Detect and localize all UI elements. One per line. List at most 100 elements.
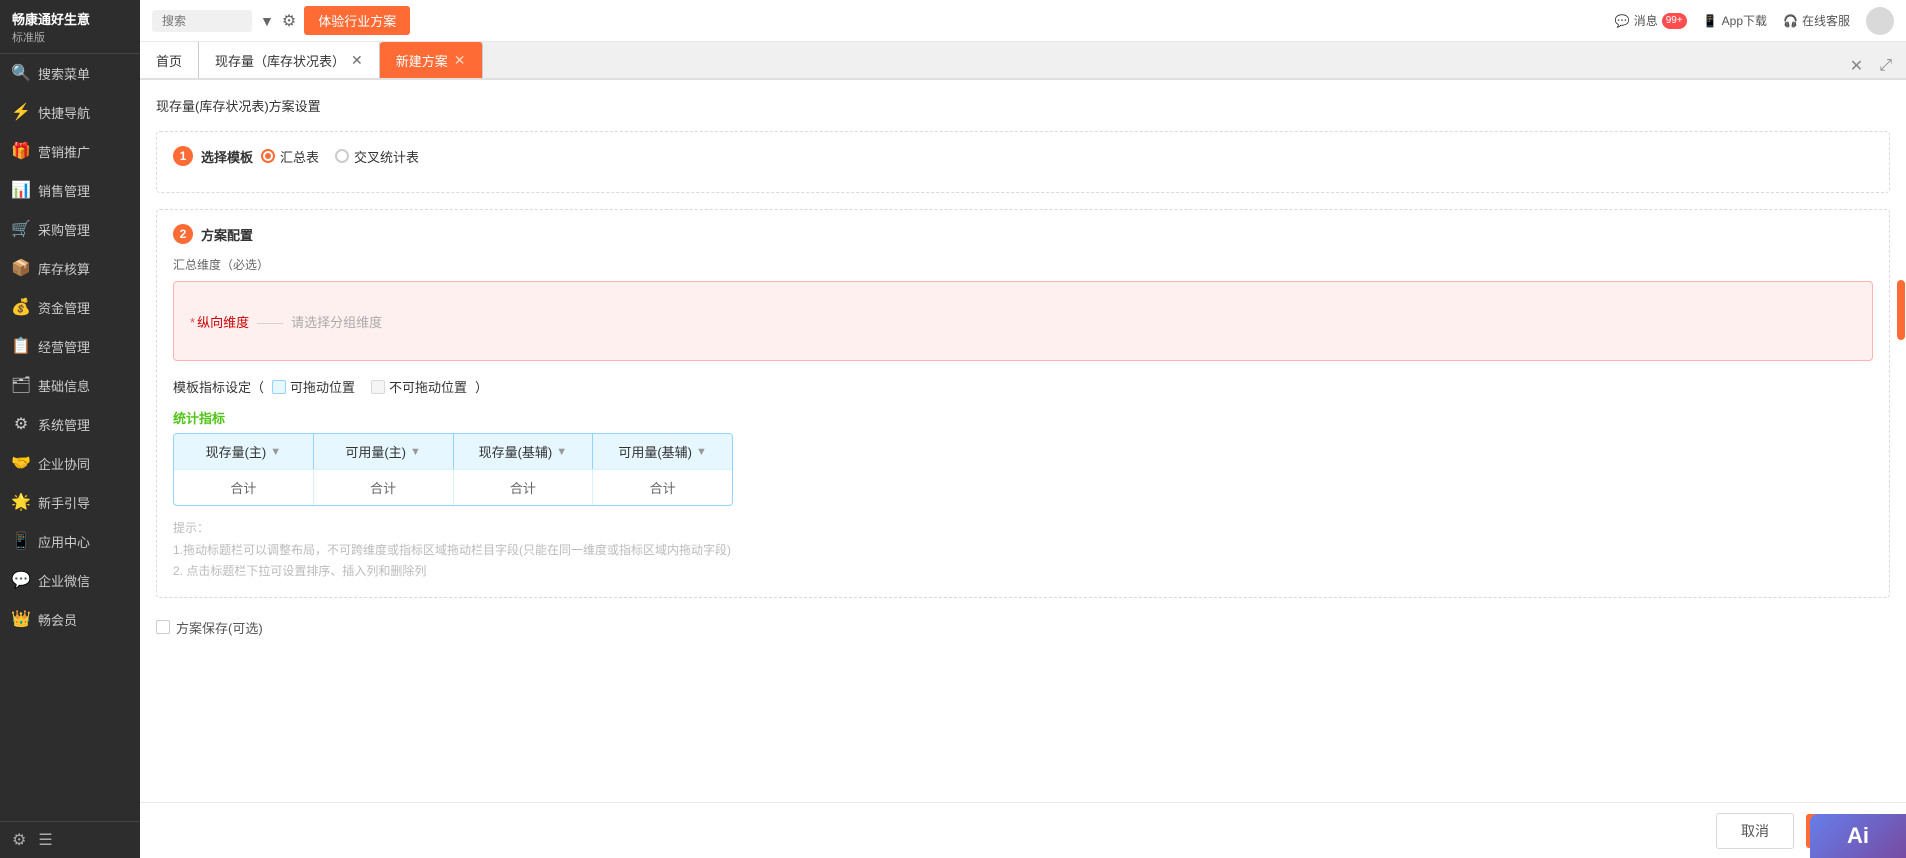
col-3-dropdown-icon[interactable]: ▼ (696, 446, 707, 458)
stats-col-0[interactable]: 现存量(主) ▼ (174, 434, 314, 469)
non-draggable-tag-box (371, 380, 385, 394)
tab-new-label: 新建方案 (396, 51, 448, 70)
marketing-icon: 🎁 (12, 142, 30, 160)
user-avatar[interactable] (1866, 7, 1894, 35)
sidebar-item-quick-nav[interactable]: ⚡ 快捷导航 (0, 93, 140, 132)
topbar: ▼ ⚙ 体验行业方案 💬 消息 99+ 📱 App下载 🎧 在线客服 (140, 0, 1906, 42)
sidebar-item-label: 经营管理 (38, 337, 90, 356)
dimension-area[interactable]: *纵向维度——请选择分组维度 (173, 281, 1873, 361)
sidebar-item-inventory[interactable]: 📦 库存核算 (0, 249, 140, 288)
close-window-button[interactable]: ✕ (1844, 54, 1869, 78)
stats-col-0-label: 现存量(主) (206, 442, 267, 461)
sidebar-item-label: 应用中心 (38, 532, 90, 551)
sidebar-item-new-guide[interactable]: 🌟 新手引导 (0, 483, 140, 522)
sidebar-item-label: 新手引导 (38, 493, 90, 512)
search-menu-icon: 🔍 (12, 64, 30, 82)
ai-badge[interactable]: Ai (1810, 814, 1906, 858)
app-logo: 畅康通好生意 标准版 (0, 0, 140, 54)
radio-cross-dot (335, 149, 349, 163)
sidebar-item-label: 资金管理 (38, 298, 90, 317)
stats-col-2[interactable]: 现存量(基辅) ▼ (454, 434, 594, 469)
tab-new-close-icon[interactable]: ✕ (454, 52, 466, 69)
col-2-dropdown-icon[interactable]: ▼ (556, 446, 567, 458)
sidebar-item-label: 系统管理 (38, 415, 90, 434)
tab-inventory-status[interactable]: 现存量（库存状况表） ✕ (199, 42, 380, 78)
tab-new-scheme[interactable]: 新建方案 ✕ (380, 42, 483, 78)
sidebar-item-cooperation[interactable]: 🤝 企业协同 (0, 444, 140, 483)
stats-table: 现存量(主) ▼ 可用量(主) ▼ 现存量(基辅) ▼ 可用量(基辅) (173, 433, 733, 506)
radio-cross[interactable]: 交叉统计表 (335, 147, 419, 166)
topbar-dropdown-button[interactable]: ▼ (260, 13, 274, 29)
sidebar-item-member[interactable]: 👑 畅会员 (0, 600, 140, 639)
new-guide-icon: 🌟 (12, 493, 30, 511)
tip-item-1: 2. 点击标题栏下拉可设置排序、插入列和删除列 (173, 564, 426, 578)
app-version: 标准版 (12, 29, 128, 45)
required-mark: * (190, 315, 195, 330)
tab-home-label: 首页 (156, 51, 182, 70)
save-checkbox[interactable]: 方案保存(可选) (156, 618, 263, 637)
draggable-tag-box (272, 380, 286, 394)
save-checkbox-box[interactable] (156, 620, 170, 634)
app-download-item[interactable]: 📱 App下载 (1703, 12, 1767, 29)
indicator-settings-label: 模板指标设定（ (173, 377, 264, 396)
radio-summary-label: 汇总表 (280, 147, 319, 166)
sidebar-item-operations[interactable]: 📋 经营管理 (0, 327, 140, 366)
collapse-icon[interactable]: ☰ (38, 830, 52, 850)
topbar-right: 💬 消息 99+ 📱 App下载 🎧 在线客服 (1615, 7, 1894, 35)
sidebar-nav: 🔍 搜索菜单 ⚡ 快捷导航 🎁 营销推广 📊 销售管理 🛒 采购管理 📦 库存核… (0, 54, 140, 821)
messages-label: 消息 (1634, 12, 1658, 29)
cooperation-icon: 🤝 (12, 454, 30, 472)
step2-badge: 2 (173, 224, 193, 244)
sidebar-item-purchase[interactable]: 🛒 采购管理 (0, 210, 140, 249)
cancel-button[interactable]: 取消 (1716, 813, 1794, 849)
summary-dimension-label: 汇总维度（必选） (173, 256, 1873, 273)
finance-icon: 💰 (12, 298, 30, 316)
right-scroll-indicator (1897, 280, 1905, 340)
sidebar-item-app-center[interactable]: 📱 应用中心 (0, 522, 140, 561)
tips-title: 提示： (173, 521, 209, 535)
app-download-label: App下载 (1722, 12, 1767, 29)
online-service-item[interactable]: 🎧 在线客服 (1783, 12, 1850, 29)
save-checkbox-label: 方案保存(可选) (176, 618, 263, 637)
stats-col-1-label: 可用量(主) (345, 442, 406, 461)
tab-inventory-close-icon[interactable]: ✕ (351, 52, 363, 69)
draggable-tag: 可拖动位置 (272, 377, 355, 396)
sidebar-item-label: 企业协同 (38, 454, 90, 473)
headset-icon: 🎧 (1783, 14, 1798, 28)
sales-icon: 📊 (12, 181, 30, 199)
trial-button[interactable]: 体验行业方案 (304, 6, 410, 35)
sidebar-item-marketing[interactable]: 🎁 营销推广 (0, 132, 140, 171)
sidebar-item-label: 销售管理 (38, 181, 90, 200)
bottom-bar: 取消 查询 (140, 802, 1906, 858)
step1-title: 选择模板 (201, 147, 253, 166)
col-0-dropdown-icon[interactable]: ▼ (270, 446, 281, 458)
sidebar-item-label: 基础信息 (38, 376, 90, 395)
online-service-label: 在线客服 (1802, 12, 1850, 29)
sidebar-item-finance[interactable]: 💰 资金管理 (0, 288, 140, 327)
step2-title: 方案配置 (201, 225, 253, 244)
stats-col-3[interactable]: 可用量(基辅) ▼ (593, 434, 732, 469)
settings-icon[interactable]: ⚙ (12, 830, 26, 850)
template-radio-group: 汇总表 交叉统计表 (261, 147, 419, 166)
topbar-search-input[interactable] (152, 10, 252, 32)
sidebar-item-system[interactable]: ⚙ 系统管理 (0, 405, 140, 444)
stats-data-row: 合计 合计 合计 合计 (174, 469, 732, 505)
tips-area: 提示： 1.拖动标题栏可以调整布局，不可跨维度或指标区域拖动栏目字段(只能在同一… (173, 518, 1873, 583)
step1-section: 1 选择模板 汇总表 交叉统计表 (156, 131, 1890, 193)
member-icon: 👑 (12, 610, 30, 628)
main-area: ▼ ⚙ 体验行业方案 💬 消息 99+ 📱 App下载 🎧 在线客服 首页 (140, 0, 1906, 858)
stats-col-1[interactable]: 可用量(主) ▼ (314, 434, 454, 469)
app-center-icon: 📱 (12, 532, 30, 550)
sidebar-item-search-menu[interactable]: 🔍 搜索菜单 (0, 54, 140, 93)
radio-summary[interactable]: 汇总表 (261, 147, 319, 166)
maximize-window-button[interactable]: ⤢ (1873, 55, 1898, 77)
purchase-icon: 🛒 (12, 220, 30, 238)
sidebar-item-sales[interactable]: 📊 销售管理 (0, 171, 140, 210)
sidebar-item-enterprise-wechat[interactable]: 💬 企业微信 (0, 561, 140, 600)
tab-home[interactable]: 首页 (140, 42, 199, 78)
topbar-settings-button[interactable]: ⚙ (282, 11, 296, 31)
col-1-dropdown-icon[interactable]: ▼ (410, 446, 421, 458)
draggable-label: 可拖动位置 (290, 377, 355, 396)
sidebar-item-basic-info[interactable]: 🗂 基础信息 (0, 366, 140, 405)
messages-item[interactable]: 💬 消息 99+ (1615, 12, 1687, 29)
